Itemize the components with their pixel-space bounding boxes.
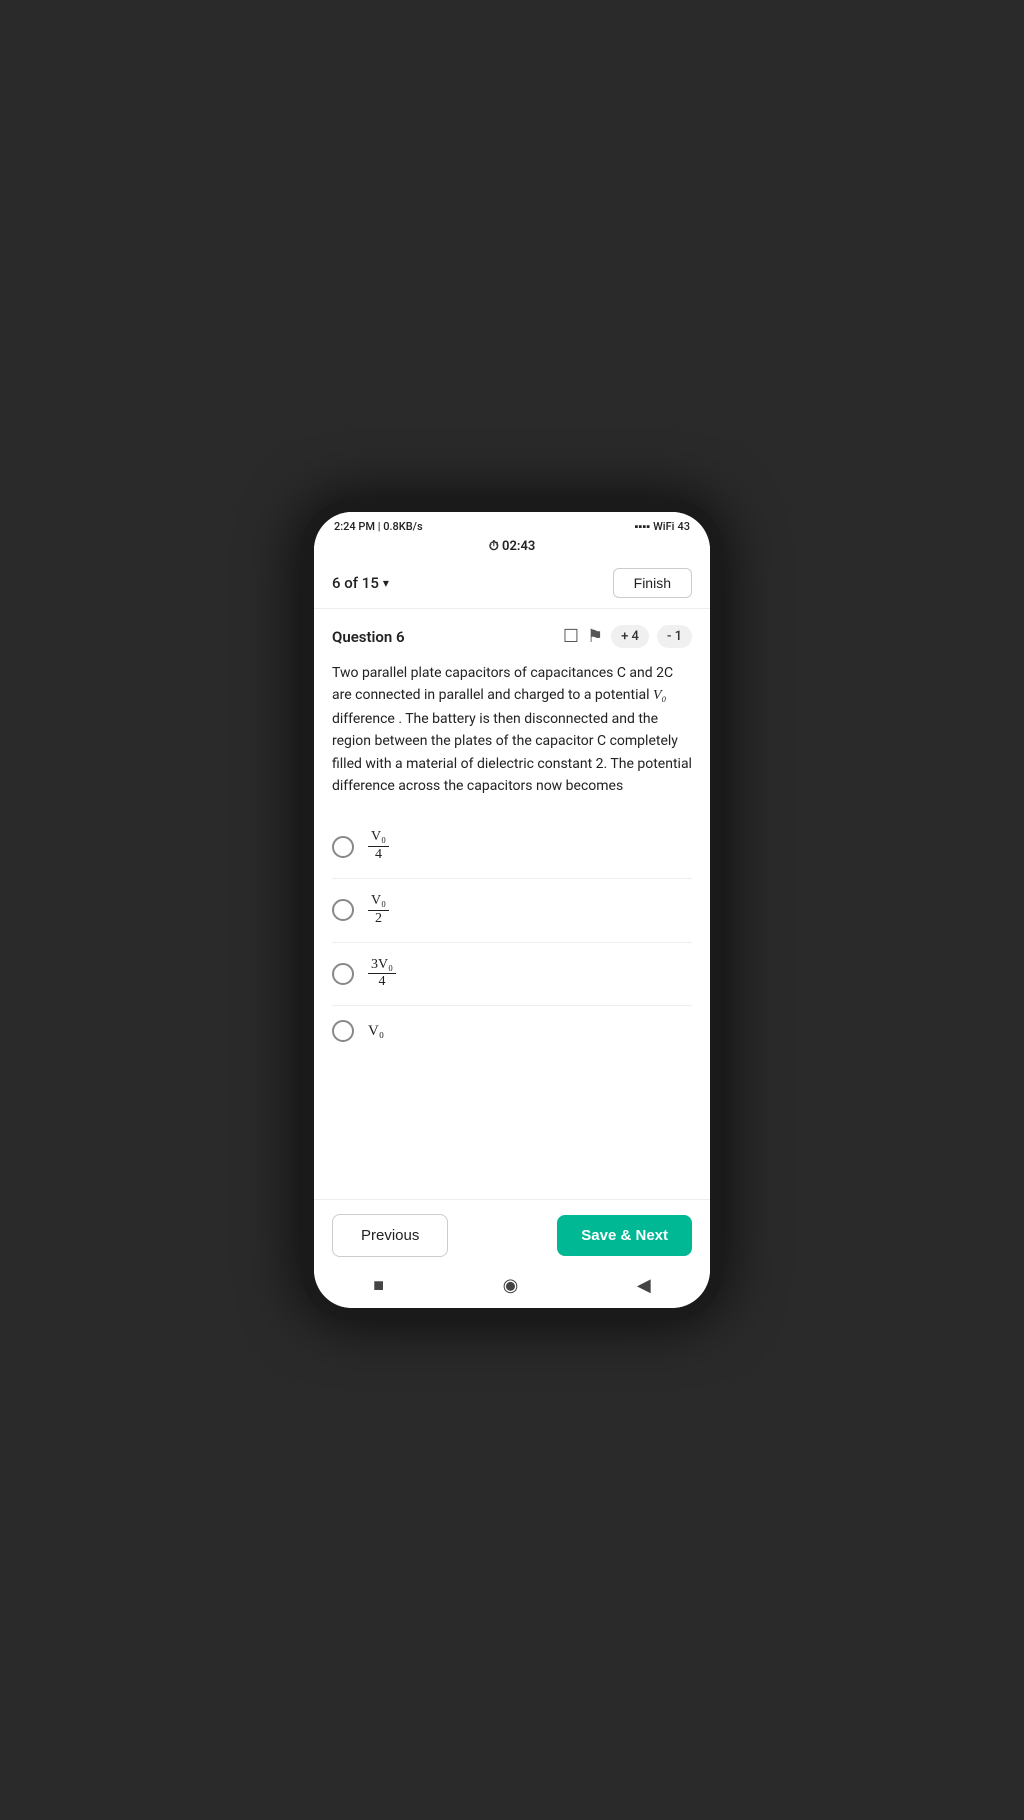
fraction-b-denominator: 2 xyxy=(372,911,385,928)
flag-icon[interactable]: ⚑ xyxy=(587,626,603,647)
phone-nav-bar: ■ ◉ ◀ xyxy=(314,1267,710,1308)
timer-bar: ⏱ 02:43 xyxy=(314,537,710,558)
option-d[interactable]: V₀ xyxy=(332,1006,692,1056)
fraction-a-denominator: 4 xyxy=(372,847,385,864)
question-header: Question 6 ☐ ⚑ + 4 - 1 xyxy=(332,625,692,648)
question-label: Question 6 xyxy=(332,628,405,646)
quiz-progress: 6 of 15 ▾ xyxy=(332,574,389,592)
wifi-icon: WiFi xyxy=(653,520,674,533)
radio-b[interactable] xyxy=(332,899,354,921)
back-nav-icon[interactable]: ◀ xyxy=(637,1275,651,1296)
question-text-part2: difference xyxy=(332,711,395,727)
quiz-content: Question 6 ☐ ⚑ + 4 - 1 Two parallel plat… xyxy=(314,609,710,1199)
fraction-a: V₀ 4 xyxy=(368,829,389,864)
chevron-down-icon[interactable]: ▾ xyxy=(383,576,389,590)
save-next-button[interactable]: Save & Next xyxy=(557,1215,692,1256)
question-v0: V₀ xyxy=(653,688,666,703)
fraction-c-numerator: 3V₀ xyxy=(368,957,396,975)
option-c[interactable]: 3V₀ 4 xyxy=(332,943,692,1007)
previous-button[interactable]: Previous xyxy=(332,1214,448,1257)
fraction-b: V₀ 2 xyxy=(368,893,389,928)
battery: 43 xyxy=(677,520,690,533)
progress-text: 6 of 15 xyxy=(332,574,379,592)
options-list: V₀ 4 V₀ 2 xyxy=(332,815,692,1056)
quiz-header: 6 of 15 ▾ Finish xyxy=(314,558,710,609)
signal-icon: ▪▪▪▪ xyxy=(635,520,651,533)
option-a[interactable]: V₀ 4 xyxy=(332,815,692,879)
radio-a[interactable] xyxy=(332,836,354,858)
square-nav-icon[interactable]: ■ xyxy=(373,1275,384,1296)
bookmark-icon[interactable]: ☐ xyxy=(563,626,579,647)
option-a-value: V₀ 4 xyxy=(368,829,389,864)
radio-d[interactable] xyxy=(332,1020,354,1042)
phone-frame: 2:24 PM | 0.8KB/s ▪▪▪▪ WiFi 43 ⏱ 02:43 6… xyxy=(302,500,722,1320)
status-left: 2:24 PM | 0.8KB/s xyxy=(334,520,423,533)
question-text-part1: Two parallel plate capacitors of capacit… xyxy=(332,665,673,703)
negative-mark-badge: - 1 xyxy=(657,625,692,648)
status-right: ▪▪▪▪ WiFi 43 xyxy=(635,520,690,533)
question-actions: ☐ ⚑ + 4 - 1 xyxy=(563,625,692,648)
fraction-c-denominator: 4 xyxy=(376,974,389,991)
radio-c[interactable] xyxy=(332,963,354,985)
fraction-c: 3V₀ 4 xyxy=(368,957,396,992)
fraction-a-numerator: V₀ xyxy=(368,829,389,847)
finish-button[interactable]: Finish xyxy=(613,568,692,598)
bottom-nav: Previous Save & Next xyxy=(314,1199,710,1267)
option-b[interactable]: V₀ 2 xyxy=(332,879,692,943)
question-text: Two parallel plate capacitors of capacit… xyxy=(332,662,692,797)
phone-screen: 2:24 PM | 0.8KB/s ▪▪▪▪ WiFi 43 ⏱ 02:43 6… xyxy=(314,512,710,1308)
option-b-value: V₀ 2 xyxy=(368,893,389,928)
option-c-value: 3V₀ 4 xyxy=(368,957,396,992)
home-nav-icon[interactable]: ◉ xyxy=(503,1275,519,1296)
timer-display: ⏱ 02:43 xyxy=(489,539,536,554)
positive-mark-badge: + 4 xyxy=(611,625,649,648)
option-d-value: V₀ xyxy=(368,1023,384,1040)
status-bar: 2:24 PM | 0.8KB/s ▪▪▪▪ WiFi 43 xyxy=(314,512,710,537)
fraction-b-numerator: V₀ xyxy=(368,893,389,911)
